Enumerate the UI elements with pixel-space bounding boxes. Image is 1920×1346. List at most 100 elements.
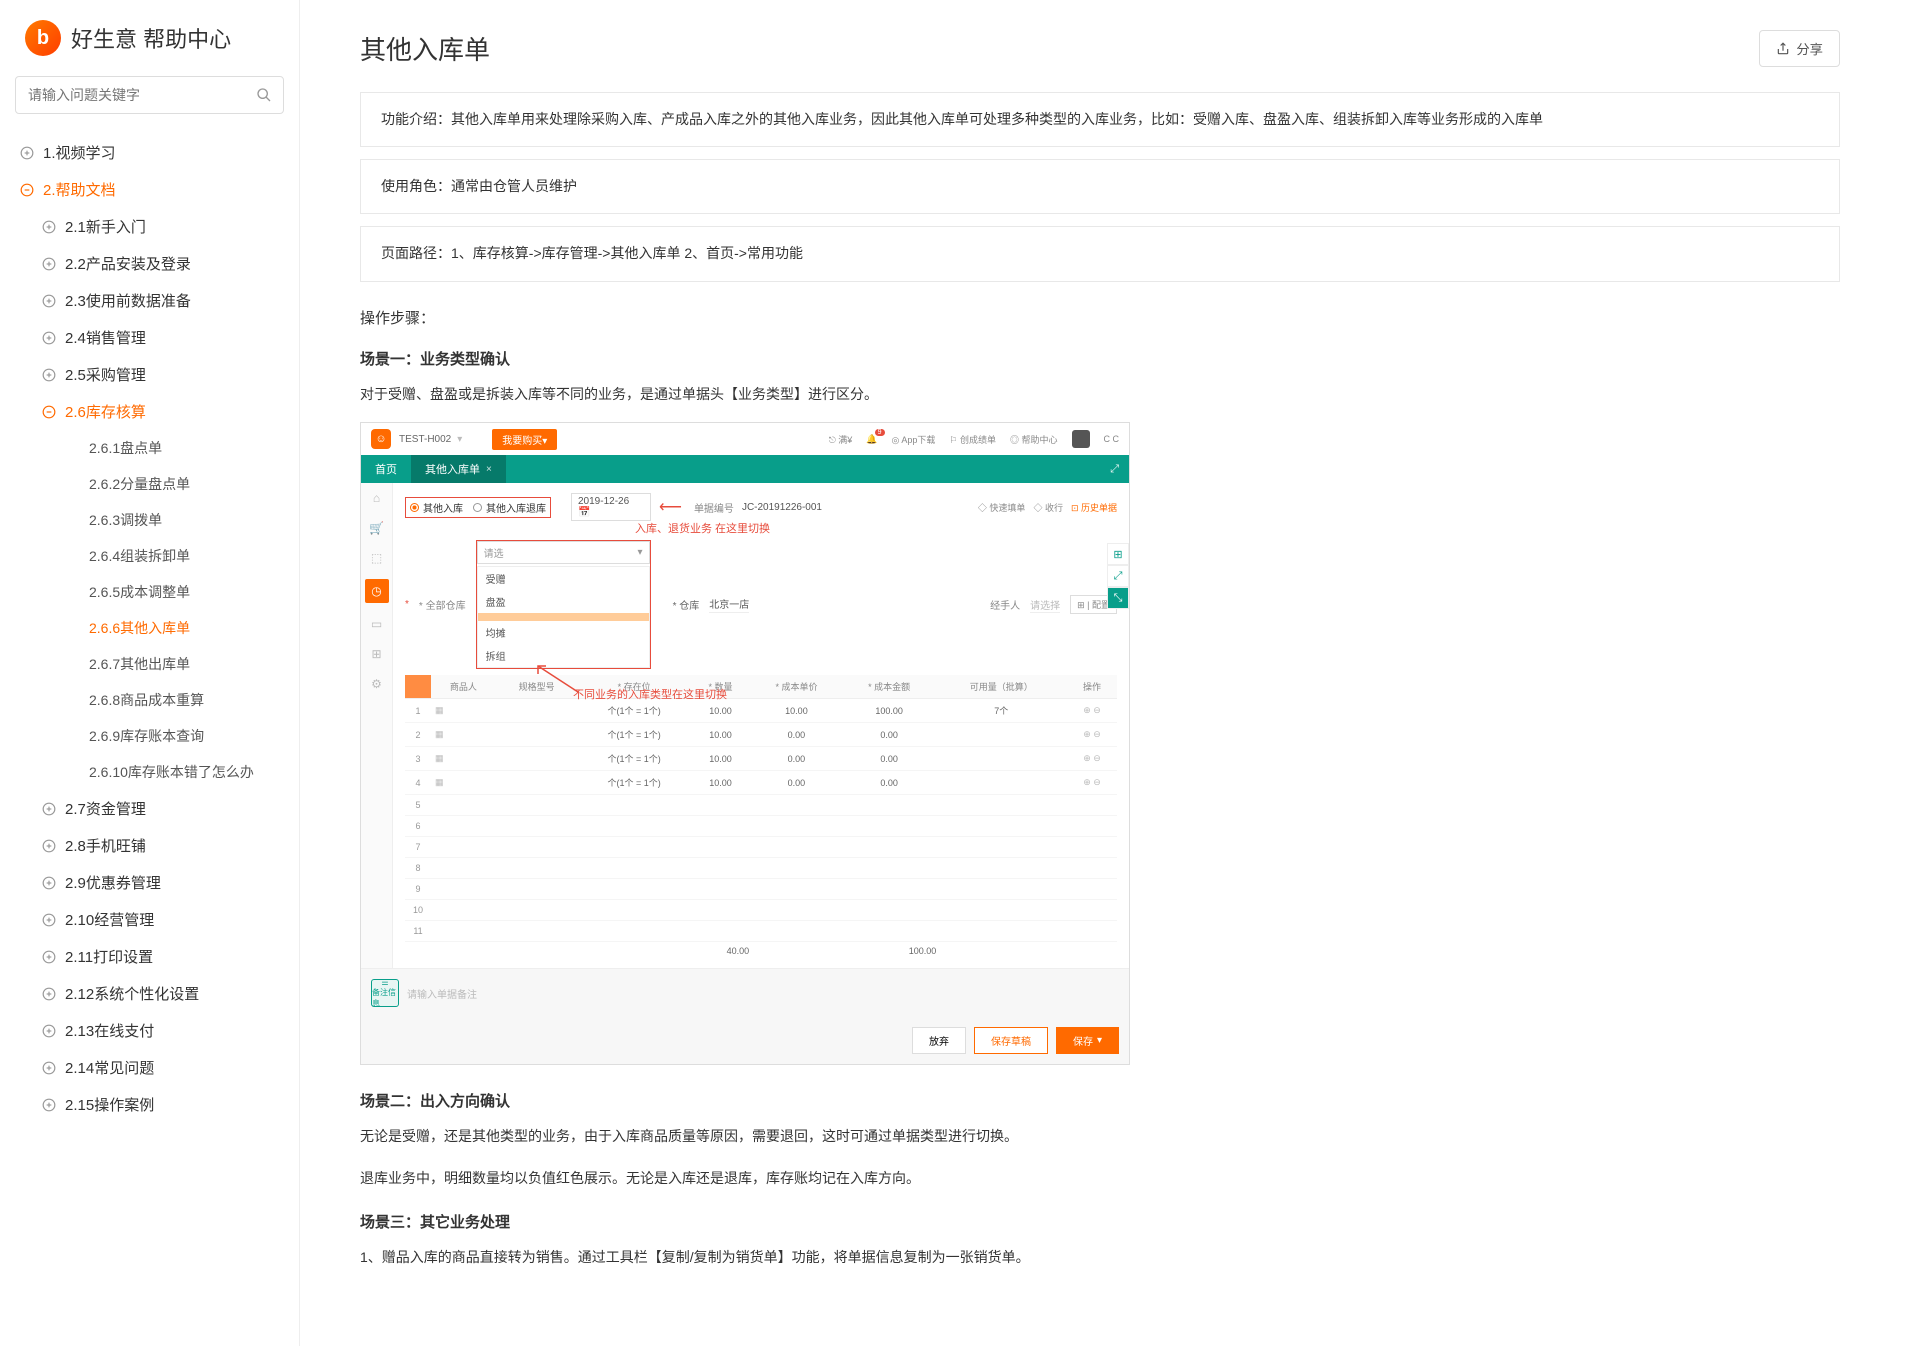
ss-logo-icon: ☺ [371,429,391,449]
scene3-title: 场景三：其它业务处理 [360,1211,1840,1232]
info-text: 其他入库单用来处理除采购入库、产成品入库之外的其他入库业务，因此其他入库单可处理… [451,111,1543,127]
ss-tab-active: 其他入库单 × [411,455,506,483]
ss-table: 商品人 规格型号 * 存在位 * 数量 * 成本单价 * 成本金额 可用量（批算… [405,675,1117,942]
nav-label: 2.11打印设置 [65,946,153,967]
nav-label: 2.9优惠券管理 [65,872,161,893]
nav-2-14[interactable]: 2.14常见问题 [37,1049,284,1086]
ss-option-selected [478,613,649,621]
ss-save-btn: 保存 ▾ [1056,1027,1119,1054]
nav-2-2[interactable]: 2.2产品安装及登录 [37,245,284,282]
brand: b 好生意 帮助中心 [25,20,284,56]
info-text: 1、库存核算->库存管理->其他入库单 2、首页->常用功能 [451,245,803,261]
nav-2-1[interactable]: 2.1新手入门 [37,208,284,245]
nav-label: 2.13在线支付 [65,1020,154,1041]
nav-video[interactable]: 1.视频学习 [15,134,284,171]
nav-2-15[interactable]: 2.15操作案例 [37,1086,284,1123]
plus-icon [41,1097,57,1113]
share-icon [1776,42,1790,56]
radio-icon [473,503,482,512]
ss-quickfill: ◇ 快速填单 [978,501,1026,514]
page-header: 其他入库单 分享 [360,30,1840,67]
ss-total-amt: 100.00 [876,946,968,956]
nav-2-12[interactable]: 2.12系统个性化设置 [37,975,284,1012]
search-input[interactable] [15,76,284,114]
ss-warehouse-label: * [405,599,409,610]
info-text: 通常由仓管人员维护 [451,178,577,194]
nav-2-6-3[interactable]: 2.6.3调拨单 [81,502,284,538]
ss-docno: JC-20191226-001 [742,502,822,513]
share-label: 分享 [1796,39,1823,58]
info-role: 使用角色：通常由仓管人员维护 [360,159,1840,214]
nav-label: 2.1新手入门 [65,216,146,237]
ss-biztype-select: 请选▾ 受赠 盘盈 均摊 拆组 [476,540,651,669]
nav-label: 2.2产品安装及登录 [65,253,191,274]
scene3-text: 1、赠品入库的商品直接转为销售。通过工具栏【复制/复制为销货单】功能，将单据信息… [360,1244,1840,1271]
nav-2-6[interactable]: 2.6库存核算 [37,393,284,430]
nav-2-6-7[interactable]: 2.6.7其他出库单 [81,646,284,682]
scene2-text1: 无论是受赠，还是其他类型的业务，由于入库商品质量等原因，需要退回，这时可通过单据… [360,1123,1840,1150]
nav-2-7[interactable]: 2.7资金管理 [37,790,284,827]
cart-icon: 🛒 [368,519,386,537]
ss-option: 受赠 [478,567,649,590]
ss-docno-label: 单据编号 [694,500,734,515]
nav-2-6-4[interactable]: 2.6.4组装拆卸单 [81,538,284,574]
brand-title: 好生意 帮助中心 [71,22,231,54]
nav-2-4[interactable]: 2.4销售管理 [37,319,284,356]
ss-person-val: 请选择 [1030,597,1060,613]
sidebar: b 好生意 帮助中心 1.视频学习 2.帮助文档 2.1新手入门 2.2产品安装… [0,0,300,1346]
search-wrap [15,76,284,114]
nav-2-6-1[interactable]: 2.6.1盘点单 [81,430,284,466]
nav-2-6-9[interactable]: 2.6.9库存账本查询 [81,718,284,754]
nav-2-8[interactable]: 2.8手机旺铺 [37,827,284,864]
nav-label: 2.7资金管理 [65,798,146,819]
ss-type-toggle: 其他入库 其他入库退库 [405,497,551,518]
gear-icon: ⚙ [368,675,386,693]
nav-label: 2.12系统个性化设置 [65,983,199,1004]
ss-annotation2: 不同业务的入库类型在这里切换 [573,686,727,702]
nav-2-10[interactable]: 2.10经营管理 [37,901,284,938]
nav-2-6-8[interactable]: 2.6.8商品成本重算 [81,682,284,718]
nav-2-3[interactable]: 2.3使用前数据准备 [37,282,284,319]
nav-label: 2.3使用前数据准备 [65,290,191,311]
search-icon[interactable] [256,87,272,103]
nav-2-6-6[interactable]: 2.6.6其他入库单 [81,610,284,646]
ss-notif-icon: 🔔9 [866,434,877,445]
arrow-left-icon: ⟵ [659,497,682,517]
ss-bottom-buttons: 放弃 保存草稿 保存 ▾ [361,1017,1129,1064]
nav-label: 2.10经营管理 [65,909,154,930]
ss-username: C C [1104,434,1120,444]
ss-date: 2019-12-26 📅 [571,493,651,521]
nav-label: 2.6库存核算 [65,401,146,422]
ss-leftnav: ⌂ 🛒 ⬚ ◷ ▭ ⊞ ⚙ [361,483,393,968]
plus-icon [19,145,35,161]
nav-2-11[interactable]: 2.11打印设置 [37,938,284,975]
nav-2-6-10[interactable]: 2.6.10库存账本错了怎么办 [81,754,284,790]
minus-icon [19,182,35,198]
scene2-title: 场景二：出入方向确认 [360,1090,1840,1111]
nav-label: 2.8手机旺铺 [65,835,146,856]
nav-2-5[interactable]: 2.5采购管理 [37,356,284,393]
nav-2-6-5[interactable]: 2.6.5成本调整单 [81,574,284,610]
plus-icon [41,330,57,346]
ss-total-qty: 40.00 [692,946,784,956]
ss-collapse: ◇ 收行 [1033,501,1063,514]
nav-help-docs[interactable]: 2.帮助文档 [15,171,284,208]
plus-icon [41,949,57,965]
nav-2-13[interactable]: 2.13在线支付 [37,1012,284,1049]
plus-icon [41,801,57,817]
ss-supplier-label: * 仓库 [673,597,700,612]
expand-icon: ⤢ [1110,463,1119,476]
scene2-text2: 退库业务中，明细数量均以负值红色展示。无论是入库还是退库，库存账均记在入库方向。 [360,1165,1840,1192]
ss-tab-home: 首页 [361,455,411,483]
nav-2-6-2[interactable]: 2.6.2分量盘点单 [81,466,284,502]
chevron-down-icon: ▾ [638,547,643,558]
info-label: 页面路径： [381,245,451,261]
info-label: 使用角色： [381,178,451,194]
nav-label: 2.5采购管理 [65,364,146,385]
nav-label: 2.15操作案例 [65,1094,154,1115]
nav: 1.视频学习 2.帮助文档 2.1新手入门 2.2产品安装及登录 2.3使用前数… [15,134,284,1123]
scan-icon: ⊞ [1107,543,1129,565]
steps-label: 操作步骤： [360,307,1840,328]
nav-2-9[interactable]: 2.9优惠券管理 [37,864,284,901]
share-button[interactable]: 分享 [1759,30,1840,67]
